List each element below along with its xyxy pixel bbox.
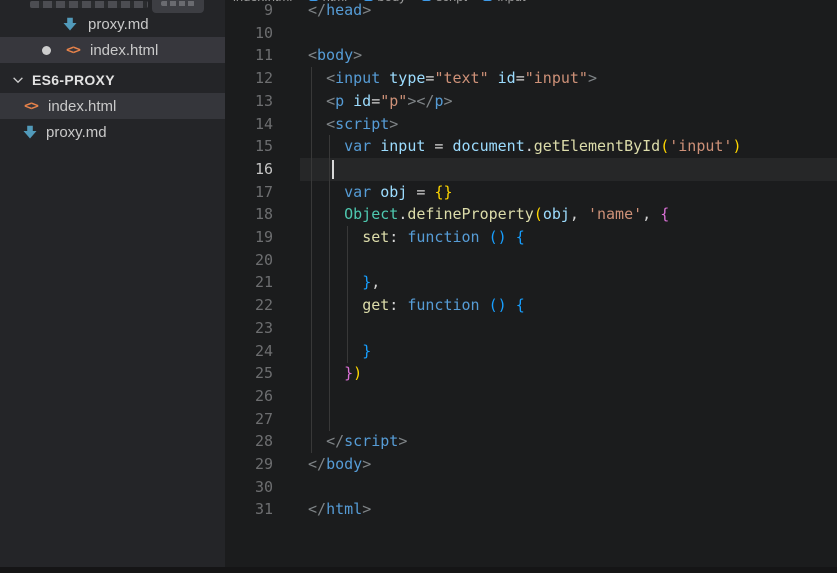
code-line: 20 <box>225 248 837 272</box>
window-bottom-edge <box>0 567 837 573</box>
code-line: 22 get: function () { <box>225 294 837 318</box>
code-line: 18 Object.defineProperty(obj, 'name', { <box>225 203 837 227</box>
code-line: 28 </script> <box>225 430 837 454</box>
indent-guide <box>311 157 312 181</box>
indent-guide <box>311 407 312 431</box>
markdown-file-icon <box>62 16 78 32</box>
modified-dot-icon[interactable] <box>42 45 51 55</box>
indent-guide <box>329 407 331 431</box>
line-number: 30 <box>254 477 273 496</box>
file-label: index.html <box>48 97 117 115</box>
code-line: 17 var obj = {} <box>225 180 837 204</box>
indent-guide <box>329 157 331 181</box>
line-number: 10 <box>254 23 273 42</box>
vscode-window: proxy.md <> index.html ES6-PROXY <> inde… <box>0 0 837 573</box>
indent-guide <box>311 384 312 408</box>
markdown-file-icon <box>22 124 38 140</box>
indent-guide <box>311 248 312 272</box>
open-editor-item-proxy-md[interactable]: proxy.md <box>0 11 225 37</box>
code-line: 9 </head> <box>225 0 837 22</box>
explorer-file-proxy-md[interactable]: proxy.md <box>0 119 225 145</box>
file-label: index.html <box>90 41 159 59</box>
code-line: 23 <box>225 316 837 340</box>
line-number: 28 <box>254 432 273 451</box>
code-line: 21 }, <box>225 271 837 295</box>
line-number: 17 <box>254 182 273 201</box>
code-line: 19 set: function () { <box>225 226 837 249</box>
file-label: proxy.md <box>88 15 149 33</box>
file-label: proxy.md <box>46 123 107 141</box>
html-file-icon: <> <box>66 42 81 58</box>
code-line: 10 <box>225 22 837 45</box>
line-number: 13 <box>254 91 273 110</box>
explorer-file-index-html[interactable]: <> index.html <box>0 93 225 119</box>
code-line: 30 <box>225 476 837 499</box>
line-number: 11 <box>254 46 273 65</box>
line-number: 12 <box>254 69 273 88</box>
line-number: 15 <box>254 137 273 156</box>
text-cursor <box>332 159 334 179</box>
line-number: 22 <box>254 296 273 315</box>
code-line: 27 <box>225 407 837 431</box>
code-editor[interactable]: index.html › html › body › script › inpu… <box>225 0 837 573</box>
code-line: 14 <script> <box>225 112 837 136</box>
line-number: 23 <box>254 318 273 337</box>
line-number: 26 <box>254 386 273 405</box>
code-line: 12 <input type="text" id="input"> <box>225 67 837 91</box>
explorer-sidebar: proxy.md <> index.html ES6-PROXY <> inde… <box>0 0 225 573</box>
line-number: 9 <box>263 1 273 19</box>
indent-guide <box>329 384 331 408</box>
code-line: 16 <box>225 157 837 181</box>
folder-section-es6-proxy[interactable]: ES6-PROXY <box>0 67 225 93</box>
line-number: 18 <box>254 205 273 224</box>
indent-guide <box>329 316 331 340</box>
code-line: 29 </body> <box>225 453 837 476</box>
line-number: 20 <box>254 250 273 269</box>
line-number: 29 <box>254 455 273 473</box>
code-line: 25 }) <box>225 362 837 386</box>
line-number: 31 <box>254 500 273 519</box>
indent-guide <box>347 316 349 340</box>
code-line: 31 </html> <box>225 498 837 521</box>
folder-section-label: ES6-PROXY <box>32 72 115 88</box>
indent-guide <box>347 248 349 272</box>
line-number: 21 <box>254 273 273 292</box>
line-number: 16 <box>254 159 273 178</box>
line-number: 27 <box>254 409 273 428</box>
chevron-down-icon <box>11 73 25 87</box>
code-line: 24 } <box>225 339 837 363</box>
code-line: 26 <box>225 384 837 408</box>
line-number: 19 <box>254 228 273 246</box>
cut-off-header-text <box>30 1 148 8</box>
code-line: 11 <body> <box>225 44 837 67</box>
html-file-icon: <> <box>24 98 39 114</box>
line-number: 14 <box>254 114 273 133</box>
open-editor-item-index-html[interactable]: <> index.html <box>0 37 225 63</box>
line-number: 24 <box>254 341 273 360</box>
cut-off-button-label <box>161 1 195 6</box>
code-line: 15 var input = document.getElementById('… <box>225 135 837 159</box>
indent-guide <box>329 248 331 272</box>
line-number: 25 <box>254 364 273 383</box>
indent-guide <box>311 316 312 340</box>
code-line: 13 <p id="p"></p> <box>225 89 837 113</box>
